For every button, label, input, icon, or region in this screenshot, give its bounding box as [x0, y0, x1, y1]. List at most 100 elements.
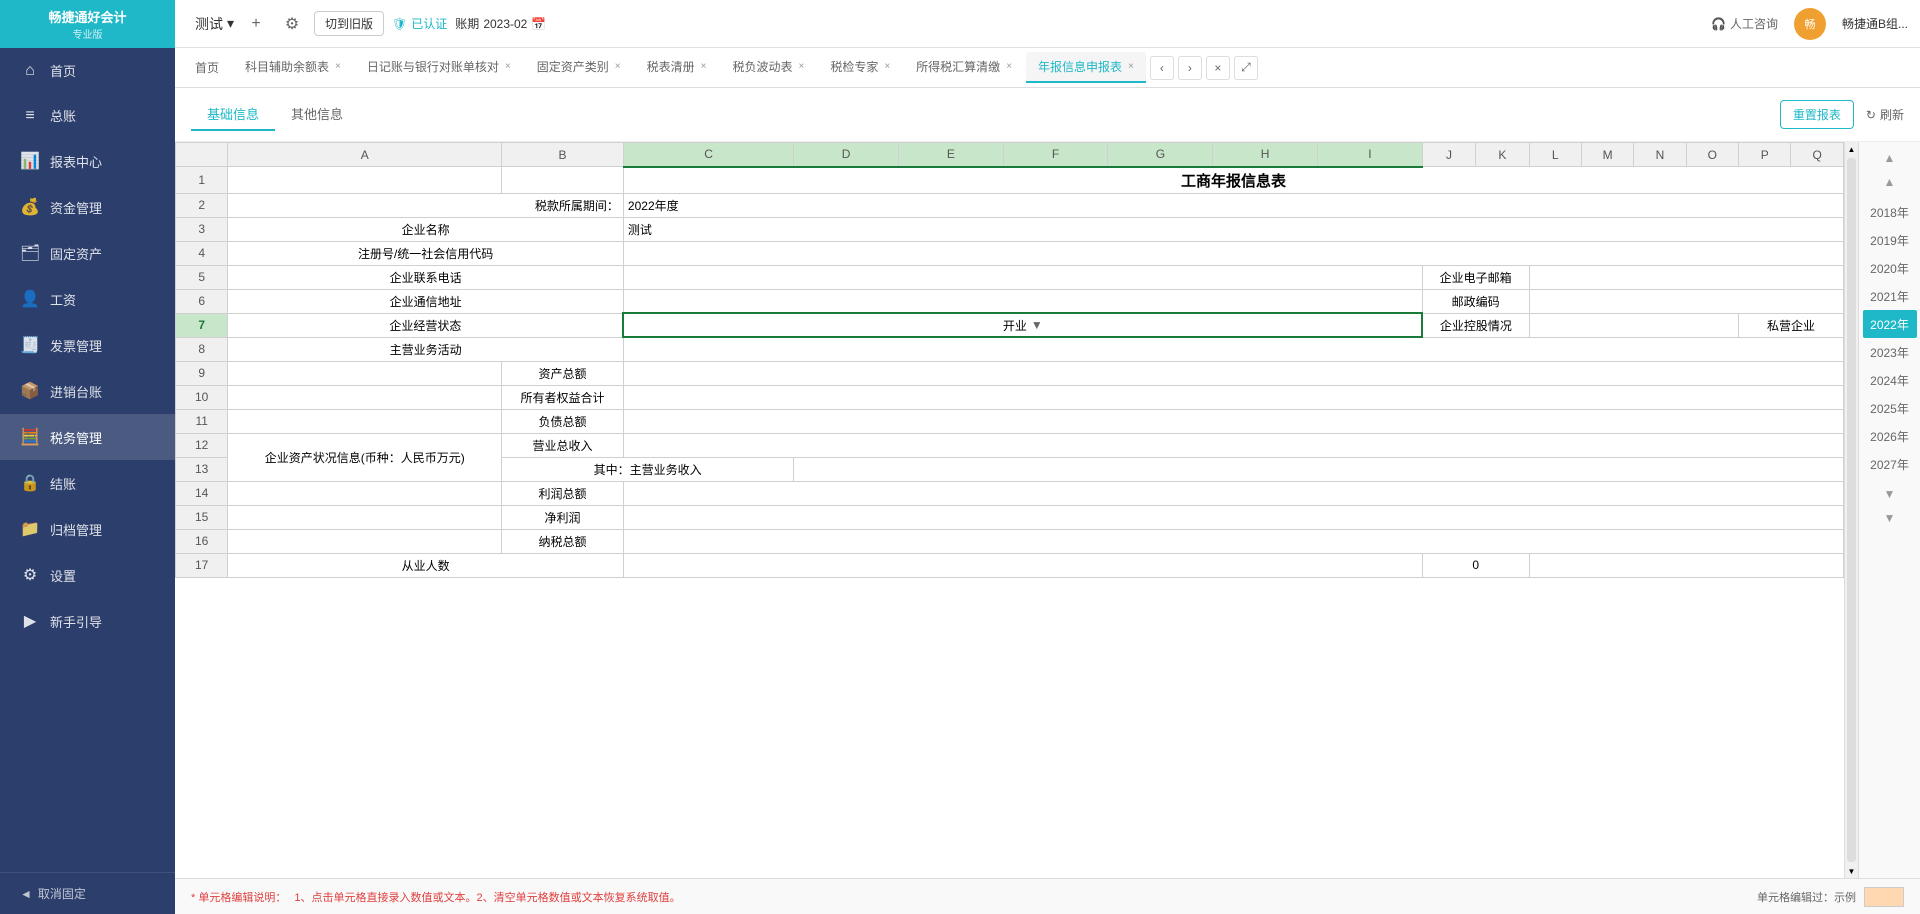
col-header-h[interactable]: H — [1213, 143, 1318, 167]
workspace-selector[interactable]: 测试 ▾ — [195, 14, 234, 34]
year-item-2024[interactable]: 2024年 — [1863, 366, 1917, 394]
sidebar-item-purchase[interactable]: 📦 进销台账 — [0, 368, 175, 414]
year-item-2019[interactable]: 2019年 — [1863, 226, 1917, 254]
cell-11b[interactable]: 负债总额 — [502, 409, 624, 433]
tab-close-icon[interactable]: × — [701, 61, 707, 72]
cell-3a[interactable]: 企业名称 — [228, 217, 624, 241]
cell-12c[interactable] — [623, 433, 1843, 457]
add-workspace-button[interactable]: + — [242, 10, 270, 38]
cell-14a[interactable] — [228, 481, 502, 505]
refresh-button[interactable]: ↻ 刷新 — [1866, 106, 1904, 123]
col-header-d[interactable]: D — [794, 143, 899, 167]
dropdown-arrow-icon[interactable]: ▼ — [1031, 318, 1043, 332]
cell-2a[interactable]: 税款所属期间： — [228, 193, 624, 217]
unpin-button[interactable]: ◄ 取消固定 — [20, 885, 155, 902]
col-header-q[interactable]: Q — [1791, 143, 1844, 167]
year-item-2023[interactable]: 2023年 — [1863, 338, 1917, 366]
tab-tax-form[interactable]: 税表清册 × — [635, 52, 719, 83]
cell-8a[interactable]: 主营业务活动 — [228, 337, 624, 361]
cell-15c[interactable] — [623, 505, 1843, 529]
cell-9b[interactable]: 资产总额 — [502, 361, 624, 385]
cell-1a[interactable] — [228, 167, 502, 194]
year-item-2020[interactable]: 2020年 — [1863, 254, 1917, 282]
sidebar-item-home[interactable]: ⌂ 首页 — [0, 48, 175, 93]
tab-basic-info[interactable]: 基础信息 — [191, 98, 275, 131]
tab-next-button[interactable]: › — [1178, 56, 1202, 80]
tab-tax-fluctuation[interactable]: 税负波动表 × — [720, 52, 816, 83]
col-header-c[interactable]: C — [623, 143, 793, 167]
col-header-p[interactable]: P — [1739, 143, 1791, 167]
scroll-up-button[interactable]: ▲ — [1845, 142, 1858, 156]
settings-icon[interactable]: ⚙ — [278, 10, 306, 38]
year-item-2021[interactable]: 2021年 — [1863, 282, 1917, 310]
cell-7j[interactable]: 企业控股情况 — [1422, 313, 1529, 337]
tab-journal[interactable]: 日记账与银行对账单核对 × — [355, 52, 523, 83]
cell-1-title[interactable]: 工商年报信息表 — [623, 167, 1843, 194]
cell-16c[interactable] — [623, 529, 1843, 553]
cell-13c[interactable] — [794, 457, 1844, 481]
cell-17b[interactable] — [623, 553, 1422, 577]
grid-wrapper[interactable]: A B C D E F G H I J — [175, 142, 1844, 878]
cell-17j[interactable]: 0 — [1422, 553, 1529, 577]
cell-4a[interactable]: 注册号/统一社会信用代码 — [228, 241, 624, 265]
col-header-j[interactable]: J — [1422, 143, 1475, 167]
col-header-i[interactable]: I — [1318, 143, 1423, 167]
sidebar-item-fund[interactable]: 💰 资金管理 — [0, 184, 175, 230]
user-service-button[interactable]: 🎧 人工咨询 — [1711, 15, 1778, 32]
tab-tax-expert[interactable]: 税检专家 × — [818, 52, 902, 83]
col-header-g[interactable]: G — [1108, 143, 1213, 167]
cell-7k[interactable] — [1529, 313, 1739, 337]
sidebar-item-checkout[interactable]: 🔒 结账 — [0, 460, 175, 506]
cell-4b[interactable] — [623, 241, 1843, 265]
cell-1b[interactable] — [502, 167, 624, 194]
year-item-2018[interactable]: 2018年 — [1863, 198, 1917, 226]
cell-12b[interactable]: 营业总收入 — [502, 433, 624, 457]
sidebar-item-tax[interactable]: 🧮 税务管理 — [0, 414, 175, 460]
cell-5j[interactable]: 企业电子邮箱 — [1422, 265, 1529, 289]
cell-17a[interactable]: 从业人数 — [228, 553, 624, 577]
year-nav-up[interactable]: ▲ — [1878, 146, 1902, 170]
col-header-k[interactable]: K — [1476, 143, 1529, 167]
cell-13b[interactable]: 其中：主营业务收入 — [502, 457, 794, 481]
cell-6b[interactable] — [623, 289, 1422, 313]
cell-11c[interactable] — [623, 409, 1843, 433]
cell-5b[interactable] — [623, 265, 1422, 289]
tab-other-info[interactable]: 其他信息 — [275, 98, 359, 131]
cell-9c[interactable] — [623, 361, 1843, 385]
tab-asset-cat[interactable]: 固定资产类别 × — [525, 52, 633, 83]
sidebar-item-guide[interactable]: ▶ 新手引导 — [0, 598, 175, 644]
col-header-f[interactable]: F — [1003, 143, 1108, 167]
cell-14b[interactable]: 利润总额 — [502, 481, 624, 505]
year-item-2025[interactable]: 2025年 — [1863, 394, 1917, 422]
cell-6j[interactable]: 邮政编码 — [1422, 289, 1529, 313]
cell-14c[interactable] — [623, 481, 1843, 505]
year-nav-down2[interactable]: ▼ — [1878, 506, 1902, 530]
sidebar-item-ledger[interactable]: ≡ 总账 — [0, 93, 175, 138]
tab-aux[interactable]: 科目辅助余额表 × — [233, 52, 353, 83]
cell-11a[interactable] — [228, 409, 502, 433]
cell-5k[interactable] — [1529, 265, 1843, 289]
sidebar-item-report[interactable]: 📊 报表中心 — [0, 138, 175, 184]
cell-5a[interactable]: 企业联系电话 — [228, 265, 624, 289]
cell-10c[interactable] — [623, 385, 1843, 409]
cell-10b[interactable]: 所有者权益合计 — [502, 385, 624, 409]
calendar-icon[interactable]: 📅 — [531, 17, 546, 31]
tab-close-icon[interactable]: × — [798, 61, 804, 72]
sidebar-item-settings[interactable]: ⚙ 设置 — [0, 552, 175, 598]
sidebar-item-archive[interactable]: 📁 归档管理 — [0, 506, 175, 552]
col-header-a[interactable]: A — [228, 143, 502, 167]
cell-2b[interactable]: 2022年度 — [623, 193, 1843, 217]
tab-close-icon[interactable]: × — [505, 61, 511, 72]
cell-10a[interactable] — [228, 385, 502, 409]
sidebar-item-salary[interactable]: 👤 工资 — [0, 276, 175, 322]
cell-12a[interactable]: 企业资产状况信息(币种：人民币万元) — [228, 433, 502, 481]
tab-close-icon[interactable]: × — [1006, 61, 1012, 72]
cell-17k[interactable] — [1529, 553, 1843, 577]
cell-7c-selected[interactable]: 开业 ▼ — [623, 313, 1422, 337]
year-item-2027[interactable]: 2027年 — [1863, 450, 1917, 478]
tab-annual-report[interactable]: 年报信息申报表 × — [1026, 52, 1146, 83]
year-nav-up2[interactable]: ▲ — [1878, 170, 1902, 194]
cell-7o[interactable]: 私营企业 — [1739, 313, 1844, 337]
reset-report-button[interactable]: 重置报表 — [1780, 100, 1854, 129]
sidebar-item-invoice[interactable]: 🧾 发票管理 — [0, 322, 175, 368]
